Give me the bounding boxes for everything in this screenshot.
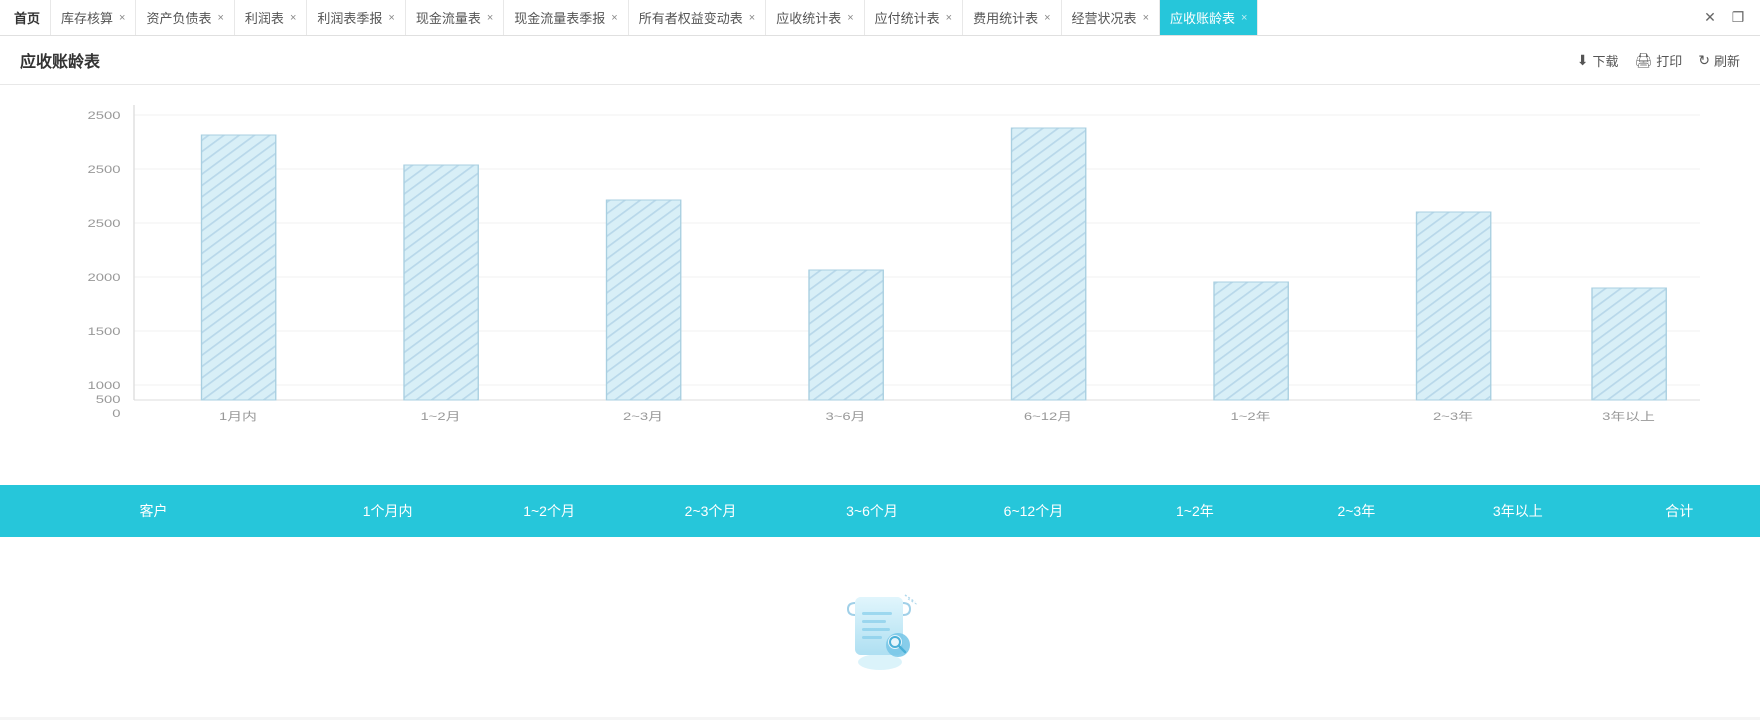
tab-equity[interactable]: 所有者权益变动表 × (629, 0, 766, 36)
tab-profit-label: 利润表 (245, 8, 284, 27)
svg-text:2500: 2500 (88, 217, 121, 230)
tab-bar: 首页 库存核算 × 资产负债表 × 利润表 × 利润表季报 × 现金流量表 × … (0, 0, 1760, 36)
svg-text:1~2年: 1~2年 (1230, 410, 1270, 423)
col-3plus-year: 3年以上 (1437, 501, 1598, 521)
chart-plot-area: 2500 2500 2500 2000 1500 1000 500 0 (80, 105, 1700, 435)
download-icon: ⬇ (1577, 52, 1589, 69)
window-actions: ✕ ❐ (1700, 8, 1756, 28)
tab-profit-quarterly-close[interactable]: × (388, 12, 394, 24)
tab-cashflow-quarterly-label: 现金流量表季报 (514, 8, 605, 27)
tab-cashflow-label: 现金流量表 (416, 8, 481, 27)
refresh-button[interactable]: ↻ 刷新 (1698, 51, 1740, 70)
tab-ar-stat-close[interactable]: × (847, 12, 853, 24)
svg-text:1500: 1500 (88, 325, 121, 338)
tab-equity-close[interactable]: × (749, 12, 755, 24)
svg-text:2500: 2500 (88, 109, 121, 122)
tab-inventory[interactable]: 库存核算 × (51, 0, 136, 36)
svg-text:3年以上: 3年以上 (1602, 410, 1655, 423)
svg-text:500: 500 (96, 393, 121, 406)
svg-text:2~3月: 2~3月 (623, 410, 663, 423)
empty-state-icon (830, 577, 930, 677)
col-2-3month: 2~3个月 (630, 501, 791, 521)
empty-state (0, 537, 1760, 717)
tab-ap-stat-close[interactable]: × (946, 12, 952, 24)
page-title: 应收账龄表 (20, 48, 100, 72)
download-button[interactable]: ⬇ 下载 (1577, 51, 1619, 70)
svg-text:2000: 2000 (88, 271, 121, 284)
page-header: 应收账龄表 ⬇ 下载 🖨 打印 ↻ 刷新 (0, 36, 1760, 85)
tab-cashflow-quarterly-close[interactable]: × (611, 12, 617, 24)
main-content: 2500 2500 2500 2000 1500 1000 500 0 (0, 85, 1760, 717)
tab-balance-close[interactable]: × (217, 12, 223, 24)
col-1month: 1个月内 (307, 501, 468, 521)
svg-text:3~6月: 3~6月 (825, 410, 865, 423)
tab-cashflow-quarterly[interactable]: 现金流量表季报 × (504, 0, 628, 36)
col-1-2year: 1~2年 (1114, 501, 1275, 521)
print-button[interactable]: 🖨 打印 (1634, 51, 1682, 70)
col-2-3year: 2~3年 (1276, 501, 1437, 521)
svg-text:6~12月: 6~12月 (1024, 410, 1072, 423)
tab-cashflow-close[interactable]: × (487, 12, 493, 24)
chart-svg: 2500 2500 2500 2000 1500 1000 500 0 (80, 105, 1700, 435)
col-customer: 客户 (0, 501, 307, 521)
print-label: 打印 (1656, 51, 1682, 70)
tab-profit[interactable]: 利润表 × (235, 0, 307, 36)
window-restore-button[interactable]: ❐ (1728, 8, 1748, 28)
col-6-12month: 6~12个月 (953, 501, 1114, 521)
tab-ar-aging-close[interactable]: × (1241, 12, 1247, 24)
tab-operations-close[interactable]: × (1143, 12, 1149, 24)
window-minimize-button[interactable]: ✕ (1700, 8, 1720, 28)
tab-ar-stat-label: 应收统计表 (776, 8, 841, 27)
col-total: 合计 (1599, 501, 1760, 521)
tab-balance[interactable]: 资产负债表 × (136, 0, 234, 36)
tab-balance-label: 资产负债表 (146, 8, 211, 27)
tab-equity-label: 所有者权益变动表 (639, 8, 743, 27)
tab-operations-label: 经营状况表 (1072, 8, 1137, 27)
print-icon: 🖨 (1634, 52, 1652, 69)
download-label: 下载 (1592, 51, 1618, 70)
col-1-2month: 1~2个月 (468, 501, 629, 521)
refresh-icon: ↻ (1698, 52, 1710, 69)
svg-text:1~2月: 1~2月 (420, 410, 460, 423)
tab-ap-stat-label: 应付统计表 (875, 8, 940, 27)
tab-inventory-close[interactable]: × (119, 12, 125, 24)
tab-home-label: 首页 (14, 8, 40, 27)
svg-text:2~3年: 2~3年 (1433, 410, 1473, 423)
refresh-label: 刷新 (1714, 51, 1740, 70)
tab-ar-aging[interactable]: 应收账龄表 × (1160, 0, 1258, 36)
tab-ar-stat[interactable]: 应收统计表 × (766, 0, 864, 36)
chart-area: 2500 2500 2500 2000 1500 1000 500 0 (0, 85, 1760, 485)
tab-profit-close[interactable]: × (290, 12, 296, 24)
tab-profit-quarterly-label: 利润表季报 (317, 8, 382, 27)
tab-home[interactable]: 首页 (4, 0, 51, 36)
svg-text:2500: 2500 (88, 163, 121, 176)
svg-text:1月内: 1月内 (219, 410, 257, 423)
svg-text:1000: 1000 (88, 379, 121, 392)
col-3-6month: 3~6个月 (791, 501, 952, 521)
tab-ap-stat[interactable]: 应付统计表 × (865, 0, 963, 36)
tab-operations[interactable]: 经营状况表 × (1062, 0, 1160, 36)
tab-cashflow[interactable]: 现金流量表 × (406, 0, 504, 36)
table-header: 客户 1个月内 1~2个月 2~3个月 3~6个月 6~12个月 1~2年 2~… (0, 485, 1760, 537)
tab-expense-label: 费用统计表 (973, 8, 1038, 27)
tab-ar-aging-label: 应收账龄表 (1170, 8, 1235, 27)
header-actions: ⬇ 下载 🖨 打印 ↻ 刷新 (1577, 51, 1740, 70)
tab-expense[interactable]: 费用统计表 × (963, 0, 1061, 36)
tab-profit-quarterly[interactable]: 利润表季报 × (307, 0, 405, 36)
tab-inventory-label: 库存核算 (61, 8, 113, 27)
svg-text:0: 0 (112, 407, 120, 420)
tab-expense-close[interactable]: × (1044, 12, 1050, 24)
